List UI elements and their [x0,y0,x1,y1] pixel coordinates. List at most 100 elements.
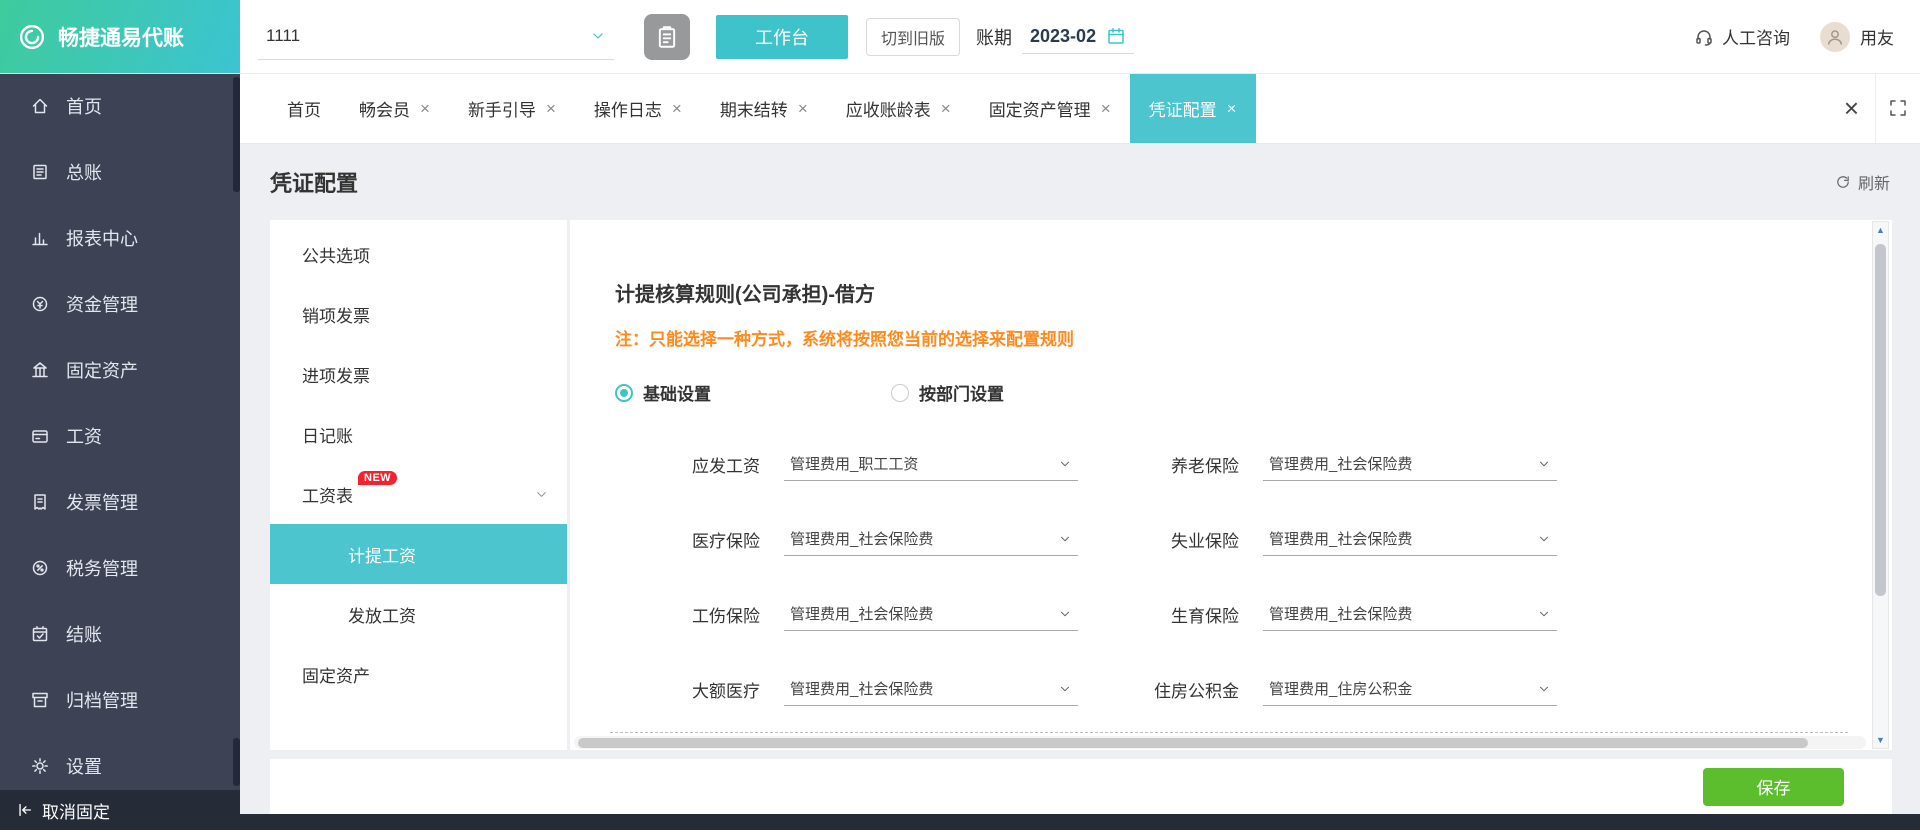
username[interactable]: 用友 [1860,24,1894,49]
gear-icon [30,756,50,776]
submenu-item-salary-sheet[interactable]: 工资表 NEW [270,464,567,524]
tab-close-icon[interactable]: × [798,100,808,117]
sidebar-item-tax-management[interactable]: 税务管理 [0,535,240,601]
sidebar: 首页 总账 报表中心 资金管理 固定资产 工资 发票管理 税务管理 结账 归档管… [0,73,240,830]
tab-home[interactable]: 首页 [268,73,340,143]
select-payable-salary[interactable]: 管理费用_职工工资 [784,447,1078,481]
sidebar-item-fixed-assets[interactable]: 固定资产 [0,337,240,403]
sidebar-item-salary[interactable]: 工资 [0,403,240,469]
sidebar-item-label: 资金管理 [66,295,138,315]
vertical-scrollbar[interactable]: ▲ ▼ [1872,221,1889,749]
tab-chang-member[interactable]: 畅会员 × [340,73,449,143]
tab-close-icon[interactable]: × [546,100,556,117]
sidebar-item-report-center[interactable]: 报表中心 [0,205,240,271]
sidebar-item-archive[interactable]: 归档管理 [0,667,240,733]
chevron-down-icon [1537,457,1551,471]
chevron-down-icon [1058,682,1072,696]
sidebar-item-closing[interactable]: 结账 [0,601,240,667]
bottom-dark-strip [240,814,1920,830]
radio-department-setting[interactable]: 按部门设置 [891,380,1004,405]
select-maternity-insurance[interactable]: 管理费用_社会保险费 [1263,597,1557,631]
close-icon[interactable]: × [1828,95,1875,121]
support-link[interactable]: 人工咨询 [1694,24,1790,49]
tab-close-icon[interactable]: × [1101,100,1111,117]
horizontal-scrollbar[interactable] [574,736,1866,749]
submenu-item-purchase-invoice[interactable]: 进项发票 [270,344,567,404]
sidebar-item-label: 工资 [66,427,102,447]
avatar[interactable] [1820,21,1850,52]
tab-close-icon[interactable]: × [1227,100,1237,117]
sidebar-item-label: 发票管理 [66,493,138,513]
workbench-button[interactable]: 工作台 [716,14,848,59]
radio-basic-setting[interactable]: 基础设置 [615,380,711,405]
topbar: 畅捷通易代账 1111 工作台 切到旧版 账期 2023-02 人工咨询 用友 [0,0,1920,73]
brand-name: 畅捷通易代账 [58,26,184,50]
building-icon [30,360,50,380]
sidebar-item-home[interactable]: 首页 [0,73,240,139]
accounting-period: 账期 2023-02 [976,20,1135,54]
refresh-label: 刷新 [1857,176,1890,193]
submenu-item-journal[interactable]: 日记账 [270,404,567,464]
submenu-item-pay-salary[interactable]: 发放工资 [270,584,567,644]
switch-old-version-button[interactable]: 切到旧版 [866,17,961,56]
sidebar-item-funds[interactable]: 资金管理 [0,271,240,337]
tab-period-end-carryover[interactable]: 期末结转 × [701,73,827,143]
select-value: 管理费用_社会保险费 [1269,531,1413,548]
tab-newbie-guide[interactable]: 新手引导 × [449,73,575,143]
clipboard-button[interactable] [644,13,690,60]
chevron-down-icon [1537,532,1551,546]
sidebar-item-general-ledger[interactable]: 总账 [0,139,240,205]
main-panel: 计提核算规则(公司承担)-借方 注：只能选择一种方式，系统将按照您当前的选择来配… [570,220,1892,750]
tab-receivable-aging[interactable]: 应收账龄表 × [827,73,970,143]
save-button[interactable]: 保存 [1703,767,1844,806]
tab-fixed-asset-management[interactable]: 固定资产管理 × [970,73,1130,143]
tab-operation-log[interactable]: 操作日志 × [575,73,701,143]
submenu-item-label: 进项发票 [302,366,370,386]
sidebar-scrollbar-thumb-bottom[interactable] [233,738,240,786]
submenu-item-label: 计提工资 [348,546,416,566]
form-field: 应发工资 管理费用_职工工资 [615,447,1094,481]
refresh-button[interactable]: 刷新 [1835,170,1890,194]
select-medical-insurance[interactable]: 管理费用_社会保险费 [784,522,1078,556]
sidebar-item-invoice-management[interactable]: 发票管理 [0,469,240,535]
account-select[interactable]: 1111 [258,14,614,60]
tab-voucher-config[interactable]: 凭证配置 × [1129,73,1256,143]
tab-close-icon[interactable]: × [420,100,430,117]
select-housing-fund[interactable]: 管理费用_住房公积金 [1263,672,1557,706]
scroll-down-icon[interactable]: ▼ [1873,735,1888,745]
fullscreen-button[interactable] [1875,73,1920,143]
select-unemployment-insurance[interactable]: 管理费用_社会保险费 [1263,522,1557,556]
period-picker[interactable]: 2023-02 [1022,20,1135,54]
account-select-value: 1111 [266,26,301,45]
chevron-down-icon [1058,607,1072,621]
sidebar-item-label: 税务管理 [66,559,138,579]
coin-icon [30,294,50,314]
submenu-item-fixed-assets[interactable]: 固定资产 [270,644,567,704]
tab-label: 新手引导 [467,100,536,120]
submenu-item-common-options[interactable]: 公共选项 [270,224,567,284]
calendar-icon [1106,26,1126,46]
submenu-item-sales-invoice[interactable]: 销项发票 [270,284,567,344]
unpin-button[interactable]: 取消固定 [0,790,240,830]
form-field: 医疗保险 管理费用_社会保险费 [615,522,1094,556]
submenu-item-accrue-salary[interactable]: 计提工资 [270,524,567,584]
sidebar-item-label: 设置 [66,757,102,777]
select-value: 管理费用_社会保险费 [790,531,934,548]
horizontal-scrollbar-thumb[interactable] [578,737,1808,748]
sidebar-scrollbar-thumb[interactable] [233,77,240,192]
select-large-medical[interactable]: 管理费用_社会保险费 [784,672,1078,706]
vertical-scrollbar-thumb[interactable] [1875,244,1886,596]
tab-label: 操作日志 [593,100,662,120]
brand-logo-icon [16,21,48,53]
page-title: 凭证配置 [270,171,359,196]
field-label: 医疗保险 [692,531,760,551]
setting-mode-radios: 基础设置 按部门设置 [615,380,1004,405]
select-work-injury-insurance[interactable]: 管理费用_社会保险费 [784,597,1078,631]
select-pension-insurance[interactable]: 管理费用_社会保险费 [1263,447,1557,481]
sidebar-scrollbar[interactable] [233,73,240,830]
scroll-up-icon[interactable]: ▲ [1873,225,1888,235]
tab-close-icon[interactable]: × [941,100,951,117]
tab-close-icon[interactable]: × [672,100,682,117]
dashed-divider [610,732,1848,733]
radio-dot [615,383,633,402]
